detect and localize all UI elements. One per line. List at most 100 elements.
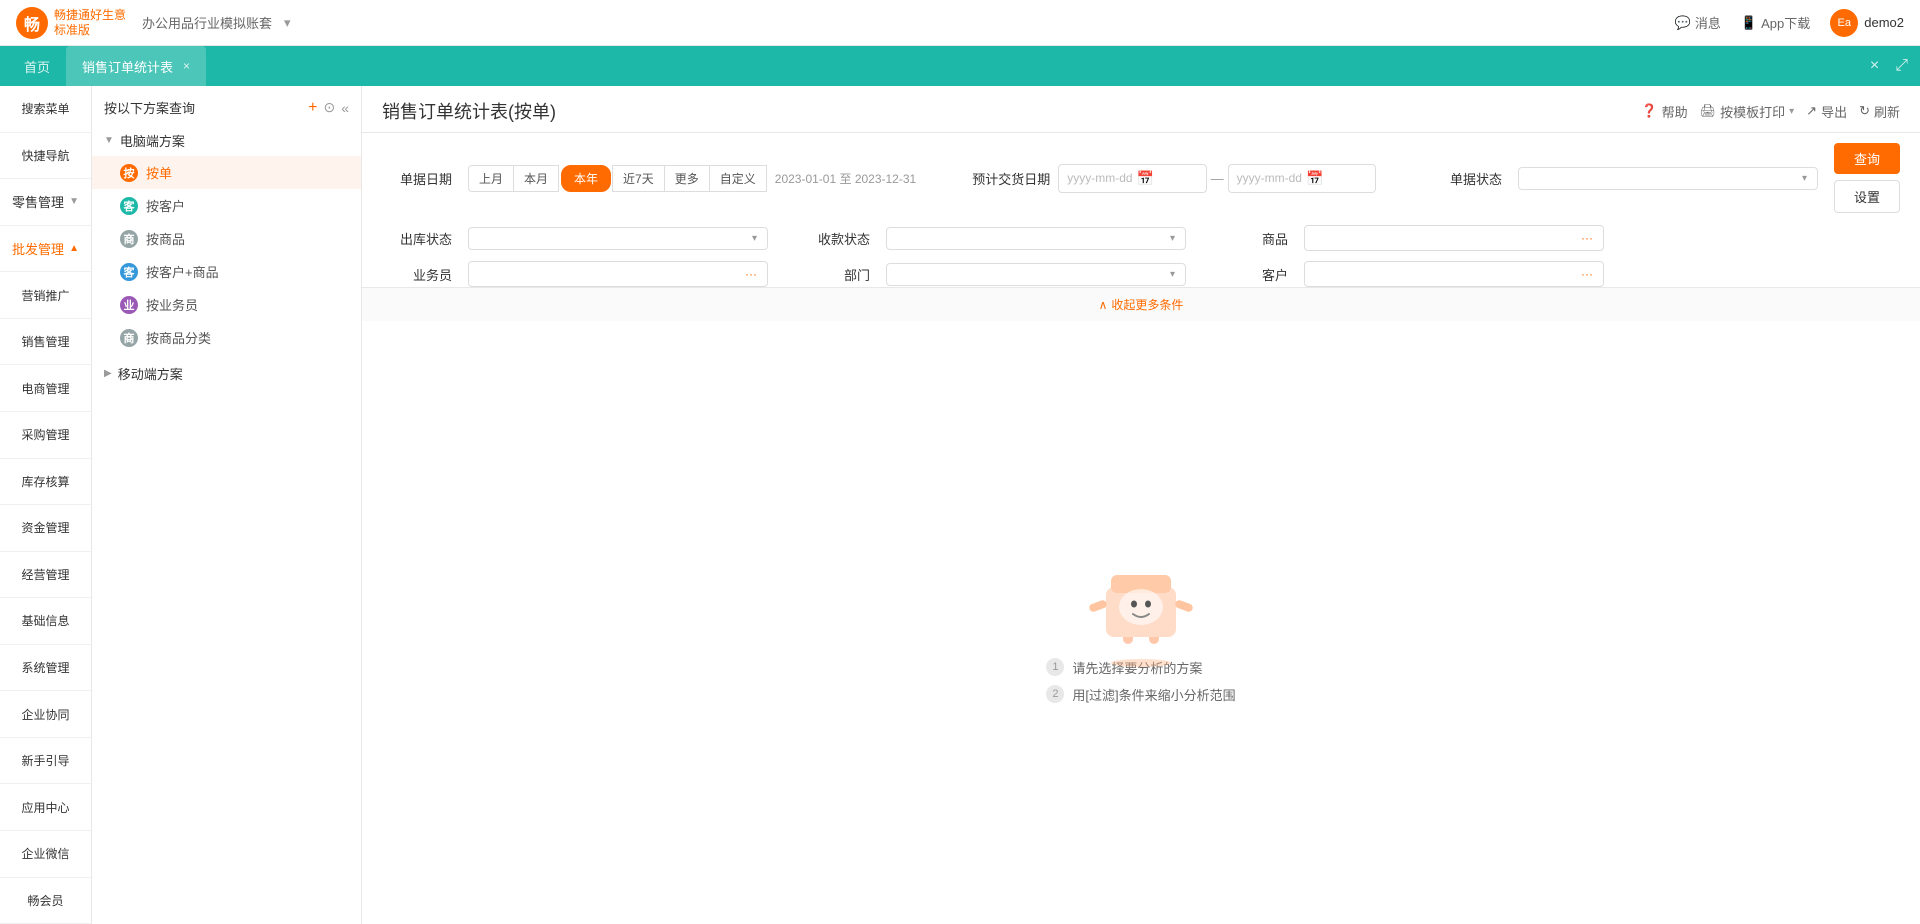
date-btn-more[interactable]: 更多 — [664, 165, 710, 192]
scheme-item-label-bygoods: 按商品 — [146, 229, 185, 248]
sidebar-item-operations[interactable]: 经营管理 — [0, 552, 91, 599]
avatar-initials: Ea — [1838, 17, 1851, 29]
scheme-item-bygoods[interactable]: 商 按商品 — [92, 222, 361, 255]
tab-maximize-button[interactable]: ⤢ — [1891, 53, 1912, 79]
scheme-item-bysalesman[interactable]: 业 按业务员 — [92, 288, 361, 321]
scheme-item-label-byorder: 按单 — [146, 163, 172, 182]
sidebar-item-finance[interactable]: 资金管理 — [0, 505, 91, 552]
scheme-item-icon-bygoods: 商 — [120, 230, 138, 248]
collapse-bar[interactable]: ∧ 收起更多条件 — [362, 287, 1920, 321]
sidebar-item-sales[interactable]: 销售管理 — [0, 319, 91, 366]
dept-select[interactable]: ▾ — [886, 263, 1186, 286]
empty-illustration — [1081, 542, 1201, 655]
sidebar-item-inventory[interactable]: 库存核算 — [0, 459, 91, 506]
window-title-dropdown-icon[interactable]: ▾ — [284, 15, 291, 31]
sidebar-item-corp[interactable]: 企业协同 — [0, 691, 91, 738]
empty-hint-2: 2 用[过滤]条件来缩小分析范围 — [1046, 685, 1235, 704]
page-header: 销售订单统计表(按单) ❓ 帮助 🖨 按模板打印 ▾ ↗ 导出 — [362, 86, 1920, 133]
date-btn-thismonth[interactable]: 本月 — [513, 165, 559, 192]
ship-status-select[interactable]: ▾ — [468, 227, 768, 250]
date-filter-label: 单据日期 — [382, 169, 452, 188]
dept-arrow: ▾ — [1170, 269, 1175, 280]
expected-date-end[interactable]: yyyy-mm-dd 📅 — [1228, 164, 1376, 193]
date-btn-thisyear[interactable]: 本年 — [561, 165, 611, 192]
message-button[interactable]: 💬 消息 — [1675, 13, 1721, 32]
date-filter: 上月 本月 本年 近7天 更多 自定义 2023-01-01 至 2023-12… — [468, 165, 916, 192]
scheme-item-label-bycustomer: 按客户 — [146, 196, 185, 215]
scheme-collapse-icon[interactable]: « — [341, 100, 349, 116]
settings-button[interactable]: 设置 — [1834, 180, 1900, 213]
scheme-group-header-mobile[interactable]: ▶ 移动端方案 — [92, 358, 361, 389]
sidebar: 搜索菜单 快捷导航 零售管理 ▼ 批发管理 ▲ 营销推广 销售管理 电商管理 采… — [0, 86, 92, 924]
scheme-group-header-pc[interactable]: ▼ 电脑端方案 — [92, 125, 361, 156]
sidebar-item-ecommerce[interactable]: 电商管理 — [0, 365, 91, 412]
scheme-item-label-bysalesman: 按业务员 — [146, 295, 198, 314]
payment-status-label: 收款状态 — [800, 229, 870, 248]
tab-close-icon[interactable]: × — [183, 59, 190, 73]
logo-box: 畅 畅捷通好生意 标准版 — [16, 7, 126, 39]
page-header-actions: ❓ 帮助 🖨 按模板打印 ▾ ↗ 导出 ↻ 刷新 — [1641, 102, 1900, 121]
sidebar-sales-label: 销售管理 — [21, 333, 69, 350]
sidebar-item-system[interactable]: 系统管理 — [0, 645, 91, 692]
scheme-group-label-pc: 电脑端方案 — [120, 131, 185, 150]
ship-status-label: 出库状态 — [382, 229, 452, 248]
sidebar-item-member[interactable]: 畅会员 — [0, 878, 91, 924]
sidebar-item-marketing[interactable]: 营销推广 — [0, 272, 91, 319]
customer-more-icon[interactable]: ··· — [1581, 267, 1593, 281]
scheme-item-byorder[interactable]: 按 按单 — [92, 156, 361, 189]
scheme-panel-title: 按以下方案查询 — [104, 98, 195, 117]
goods-input[interactable]: ··· — [1304, 225, 1604, 251]
export-button[interactable]: ↗ 导出 — [1806, 102, 1847, 121]
right-content: 销售订单统计表(按单) ❓ 帮助 🖨 按模板打印 ▾ ↗ 导出 — [362, 86, 1920, 924]
payment-status-select[interactable]: ▾ — [886, 227, 1186, 250]
salesman-input[interactable]: ··· — [468, 261, 768, 287]
scheme-add-button[interactable]: + — [308, 99, 317, 117]
scheme-item-bycustomer[interactable]: 客 按客户 — [92, 189, 361, 222]
date-btn-7days[interactable]: 近7天 — [612, 165, 665, 192]
sidebar-item-basic[interactable]: 基础信息 — [0, 598, 91, 645]
customer-input[interactable]: ··· — [1304, 261, 1604, 287]
hint-num-1: 1 — [1046, 658, 1064, 676]
expected-date-start[interactable]: yyyy-mm-dd 📅 — [1058, 164, 1206, 193]
message-label: 消息 — [1695, 13, 1721, 32]
filter-row-2: 出库状态 ▾ 收款状态 ▾ 商品 ··· — [382, 225, 1900, 251]
sidebar-item-search[interactable]: 搜索菜单 — [0, 86, 91, 133]
tab-active-label: 销售订单统计表 — [82, 57, 173, 76]
print-button[interactable]: 🖨 按模板打印 ▾ — [1700, 102, 1795, 121]
sidebar-item-wholesale[interactable]: 批发管理 ▲ — [0, 226, 91, 273]
refresh-button[interactable]: ↻ 刷新 — [1859, 102, 1900, 121]
sidebar-item-quicknav[interactable]: 快捷导航 — [0, 133, 91, 180]
tab-home[interactable]: 首页 — [8, 46, 66, 86]
query-button[interactable]: 查询 — [1834, 143, 1900, 174]
scheme-item-label-bycat: 按商品分类 — [146, 328, 211, 347]
sidebar-ecommerce-label: 电商管理 — [21, 380, 69, 397]
sidebar-item-newbie[interactable]: 新手引导 — [0, 738, 91, 785]
sidebar-item-retail[interactable]: 零售管理 ▼ — [0, 179, 91, 226]
scheme-header-actions: + ⊙ « — [308, 99, 349, 117]
sidebar-retail-label: 零售管理 — [12, 192, 64, 211]
status-select[interactable]: ▾ — [1518, 167, 1818, 190]
logo-icon: 畅 — [16, 7, 48, 39]
sidebar-item-wechat[interactable]: 企业微信 — [0, 831, 91, 878]
user-area[interactable]: Ea demo2 — [1830, 9, 1904, 37]
main-layout: 搜索菜单 快捷导航 零售管理 ▼ 批发管理 ▲ 营销推广 销售管理 电商管理 采… — [0, 86, 1920, 924]
sidebar-item-appcenter[interactable]: 应用中心 — [0, 784, 91, 831]
calendar-start-icon: 📅 — [1137, 170, 1154, 187]
tab-minimize-button[interactable]: × — [1866, 53, 1883, 79]
sidebar-newbie-label: 新手引导 — [21, 752, 69, 769]
scheme-item-icon-byorder: 按 — [120, 164, 138, 182]
sidebar-item-purchase[interactable]: 采购管理 — [0, 412, 91, 459]
help-button[interactable]: ❓ 帮助 — [1641, 102, 1687, 121]
scheme-item-bycat[interactable]: 商 按商品分类 — [92, 321, 361, 354]
tab-active[interactable]: 销售订单统计表 × — [66, 46, 206, 86]
date-btn-lastmonth[interactable]: 上月 — [468, 165, 514, 192]
print-dropdown-icon[interactable]: ▾ — [1789, 106, 1794, 117]
scheme-item-icon-bycustomergoods: 客 — [120, 263, 138, 281]
goods-more-icon[interactable]: ··· — [1581, 231, 1593, 245]
scheme-group-arrow-mobile: ▶ — [104, 368, 112, 379]
date-btn-custom[interactable]: 自定义 — [709, 165, 767, 192]
app-download-button[interactable]: 📱 App下载 — [1741, 13, 1810, 32]
scheme-setting-icon[interactable]: ⊙ — [323, 99, 335, 116]
scheme-item-bycustomergoods[interactable]: 客 按客户+商品 — [92, 255, 361, 288]
salesman-more-icon[interactable]: ··· — [745, 267, 757, 281]
